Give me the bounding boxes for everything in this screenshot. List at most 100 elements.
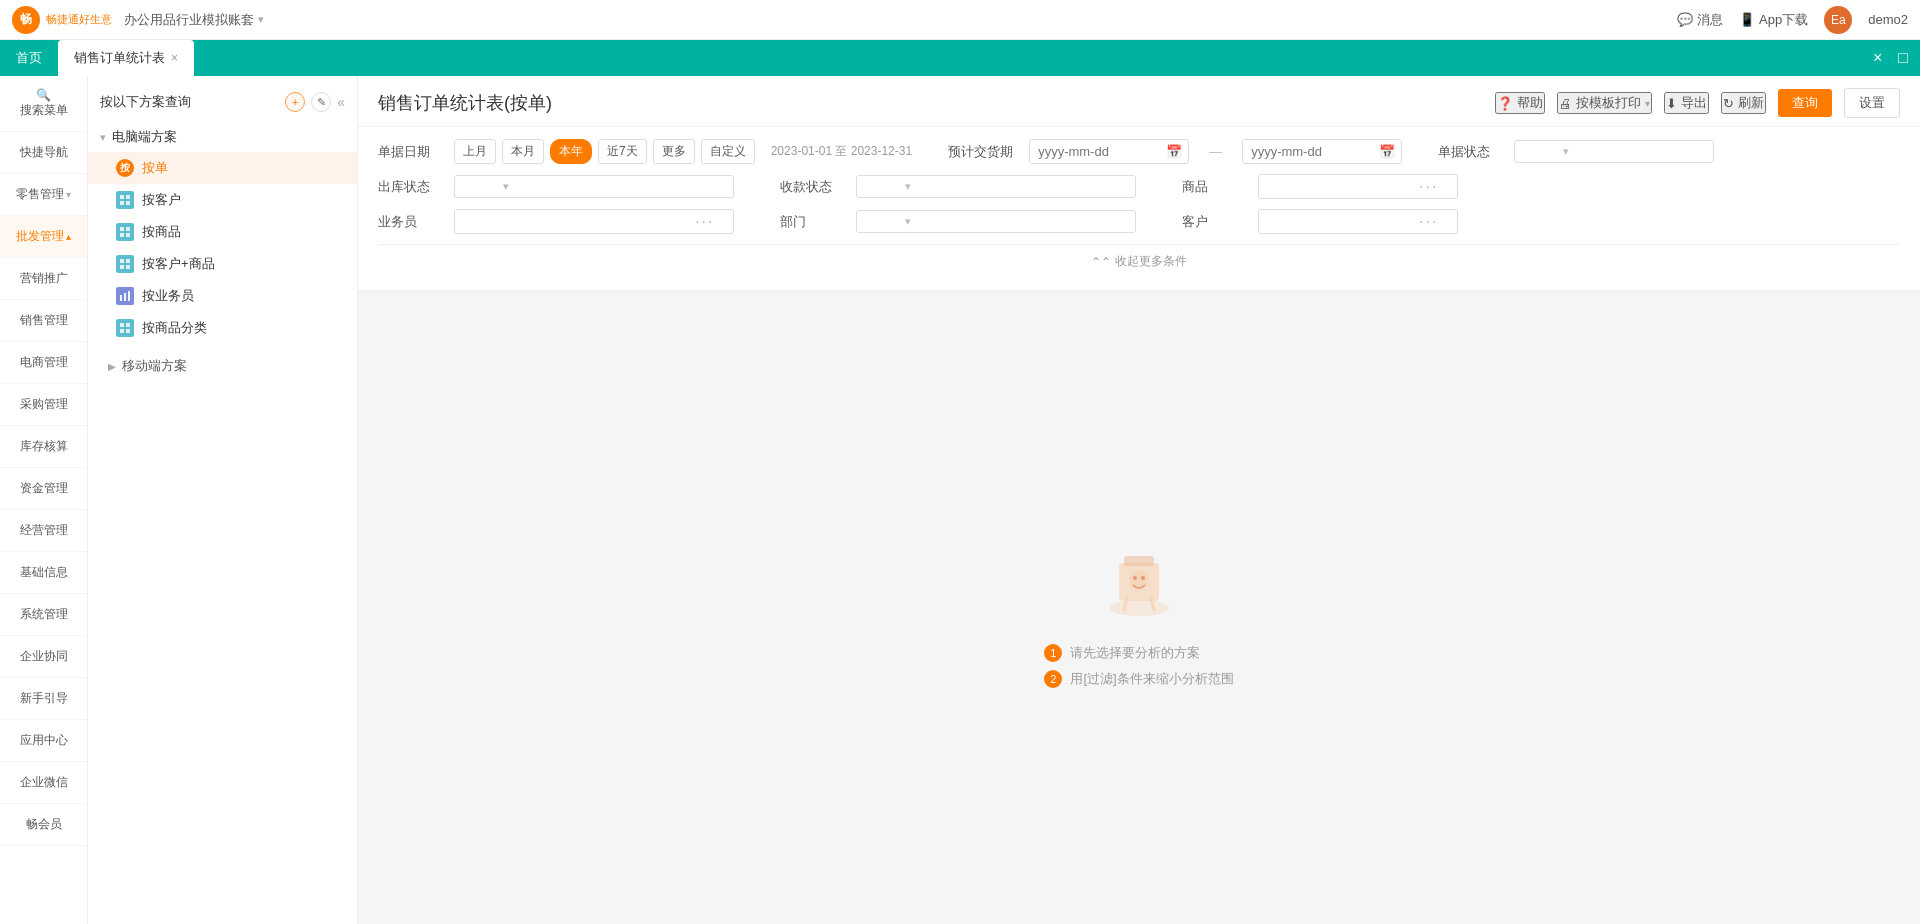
empty-tip-1: 1 请先选择要分析的方案 xyxy=(1044,644,1233,662)
svg-point-19 xyxy=(1109,600,1169,616)
sidebar-item-enterprise[interactable]: 企业协同 xyxy=(0,636,87,678)
collapse-filter-btn[interactable]: ⌃⌃ 收起更多条件 xyxy=(1091,253,1187,270)
refresh-icon: ↻ xyxy=(1723,96,1734,111)
goods-label: 商品 xyxy=(1182,178,1242,196)
top-bar: 畅 畅捷通好生意 办公用品行业模拟账套 ▾ 💬 消息 📱 App下载 Ea de… xyxy=(0,0,1920,40)
sidebar-item-marketing[interactable]: 营销推广 xyxy=(0,258,87,300)
export-btn[interactable]: ⬇ 导出 xyxy=(1664,92,1709,114)
sidebar-item-newbie[interactable]: 新手引导 xyxy=(0,678,87,720)
print-btn[interactable]: 🖨 按模板打印 ▾ xyxy=(1557,92,1652,114)
sidebar-item-purchase[interactable]: 采购管理 xyxy=(0,384,87,426)
scheme-item-by-salesperson[interactable]: 按业务员 xyxy=(88,280,357,312)
sidebar-item-retail[interactable]: 零售管理 ▾ xyxy=(0,174,87,216)
scheme-item-by-order[interactable]: 按 按单 xyxy=(88,152,357,184)
date-btn-more[interactable]: 更多 xyxy=(653,139,695,164)
query-btn[interactable]: 查询 xyxy=(1778,89,1832,117)
window-maximize-icon[interactable]: □ xyxy=(1894,45,1912,71)
sidebar-item-operations[interactable]: 经营管理 xyxy=(0,510,87,552)
date-btn-last-month[interactable]: 上月 xyxy=(454,139,496,164)
date-btn-last7[interactable]: 近7天 xyxy=(598,139,647,164)
app-name[interactable]: 办公用品行业模拟账套 ▾ xyxy=(124,11,1665,29)
customer-input-wrap[interactable]: ··· xyxy=(1258,209,1458,234)
export-icon: ⬇ xyxy=(1666,96,1677,111)
search-icon: 🔍 xyxy=(36,88,51,102)
mobile-section-arrow-icon: ▶ xyxy=(108,361,116,372)
settings-btn[interactable]: 设置 xyxy=(1844,88,1900,118)
estimated-date-start-wrap[interactable]: 📅 xyxy=(1029,139,1189,164)
mobile-scheme-header[interactable]: ▶ 移动端方案 xyxy=(88,352,357,380)
svg-rect-6 xyxy=(120,233,124,237)
sidebar-item-wechat[interactable]: 企业微信 xyxy=(0,762,87,804)
svg-rect-4 xyxy=(120,227,124,231)
customer-input[interactable] xyxy=(1259,210,1419,233)
delivery-status-select[interactable]: ▾ xyxy=(454,175,734,198)
sidebar-item-search[interactable]: 🔍 搜索菜单 xyxy=(0,76,87,132)
empty-tip-2: 2 用[过滤]条件来缩小分析范围 xyxy=(1044,670,1233,688)
calendar-end-icon: 📅 xyxy=(1373,144,1401,159)
retail-arrow-icon: ▾ xyxy=(66,189,71,200)
date-btn-this-year[interactable]: 本年 xyxy=(550,139,592,164)
filter-row-person: 业务员 ··· 部门 ▾ 客户 ··· xyxy=(378,209,1900,234)
bill-status-arrow-icon: ▾ xyxy=(1563,145,1569,158)
customer-more-icon[interactable]: ··· xyxy=(1419,213,1438,231)
sidebar-item-inventory[interactable]: 库存核算 xyxy=(0,426,87,468)
sidebar-item-system[interactable]: 系统管理 xyxy=(0,594,87,636)
sidebar-item-app-center[interactable]: 应用中心 xyxy=(0,720,87,762)
logo-area: 畅 畅捷通好生意 xyxy=(12,6,112,34)
estimated-date-end-wrap[interactable]: 📅 xyxy=(1242,139,1402,164)
goods-input-wrap[interactable]: ··· xyxy=(1258,174,1458,199)
collapse-panel-btn[interactable]: « xyxy=(337,94,345,110)
left-panel-header: 按以下方案查询 + ✎ « xyxy=(88,86,357,118)
date-range-display: 2023-01-01 至 2023-12-31 xyxy=(771,143,912,160)
sidebar-item-sales[interactable]: 销售管理 xyxy=(0,300,87,342)
delivery-status-label: 出库状态 xyxy=(378,178,438,196)
add-scheme-btn[interactable]: + xyxy=(285,92,305,112)
date-dash: — xyxy=(1205,144,1226,159)
message-btn[interactable]: 💬 消息 xyxy=(1677,11,1723,29)
sidebar-item-member[interactable]: 畅会员 xyxy=(0,804,87,846)
username-label[interactable]: demo2 xyxy=(1868,12,1908,27)
page-actions: ❓ 帮助 🖨 按模板打印 ▾ ⬇ 导出 ↻ 刷新 xyxy=(1495,88,1900,118)
edit-scheme-btn[interactable]: ✎ xyxy=(311,92,331,112)
goods-more-icon[interactable]: ··· xyxy=(1419,178,1438,196)
tab-close-icon[interactable]: × xyxy=(171,51,178,65)
help-btn[interactable]: ❓ 帮助 xyxy=(1495,92,1545,114)
tip2-num: 2 xyxy=(1044,670,1062,688)
avatar[interactable]: Ea xyxy=(1824,6,1852,34)
date-btn-custom[interactable]: 自定义 xyxy=(701,139,755,164)
sidebar-item-ecommerce[interactable]: 电商管理 xyxy=(0,342,87,384)
delivery-arrow-icon: ▾ xyxy=(503,180,509,193)
estimated-date-end-input[interactable] xyxy=(1243,140,1373,163)
scheme-item-by-goods[interactable]: 按商品 xyxy=(88,216,357,248)
scheme-item-by-customer[interactable]: 按客户 xyxy=(88,184,357,216)
payment-status-select[interactable]: ▾ xyxy=(856,175,1136,198)
sidebar-item-quick-nav[interactable]: 快捷导航 xyxy=(0,132,87,174)
estimated-date-start-input[interactable] xyxy=(1030,140,1160,163)
date-btn-this-month[interactable]: 本月 xyxy=(502,139,544,164)
salesperson-input[interactable] xyxy=(455,210,695,233)
date-label: 单据日期 xyxy=(378,143,438,161)
refresh-btn[interactable]: ↻ 刷新 xyxy=(1721,92,1766,114)
sidebar-item-basic[interactable]: 基础信息 xyxy=(0,552,87,594)
tab-home[interactable]: 首页 xyxy=(0,40,58,76)
svg-rect-16 xyxy=(126,323,130,327)
by-customer-icon xyxy=(116,191,134,209)
salesperson-more-icon[interactable]: ··· xyxy=(695,213,714,231)
tab-window-controls: × □ xyxy=(1869,45,1920,71)
svg-rect-9 xyxy=(126,259,130,263)
sidebar-item-finance[interactable]: 资金管理 xyxy=(0,468,87,510)
page-header: 销售订单统计表(按单) ❓ 帮助 🖨 按模板打印 ▾ ⬇ 导出 xyxy=(358,76,1920,127)
salesperson-label: 业务员 xyxy=(378,213,438,231)
bill-status-select[interactable]: ▾ xyxy=(1514,140,1714,163)
sidebar-item-wholesale[interactable]: 批发管理 ▴ xyxy=(0,216,87,258)
window-close-icon[interactable]: × xyxy=(1869,45,1886,71)
scheme-item-by-customer-goods[interactable]: 按客户+商品 xyxy=(88,248,357,280)
salesperson-input-wrap[interactable]: ··· xyxy=(454,209,734,234)
tab-sales-order-stats[interactable]: 销售订单统计表 × xyxy=(58,40,194,76)
pc-scheme-header[interactable]: ▾ 电脑端方案 xyxy=(88,122,357,152)
goods-input[interactable] xyxy=(1259,175,1419,198)
svg-rect-14 xyxy=(128,291,130,301)
department-select[interactable]: ▾ xyxy=(856,210,1136,233)
app-download-btn[interactable]: 📱 App下载 xyxy=(1739,11,1808,29)
scheme-item-by-category[interactable]: 按商品分类 xyxy=(88,312,357,344)
